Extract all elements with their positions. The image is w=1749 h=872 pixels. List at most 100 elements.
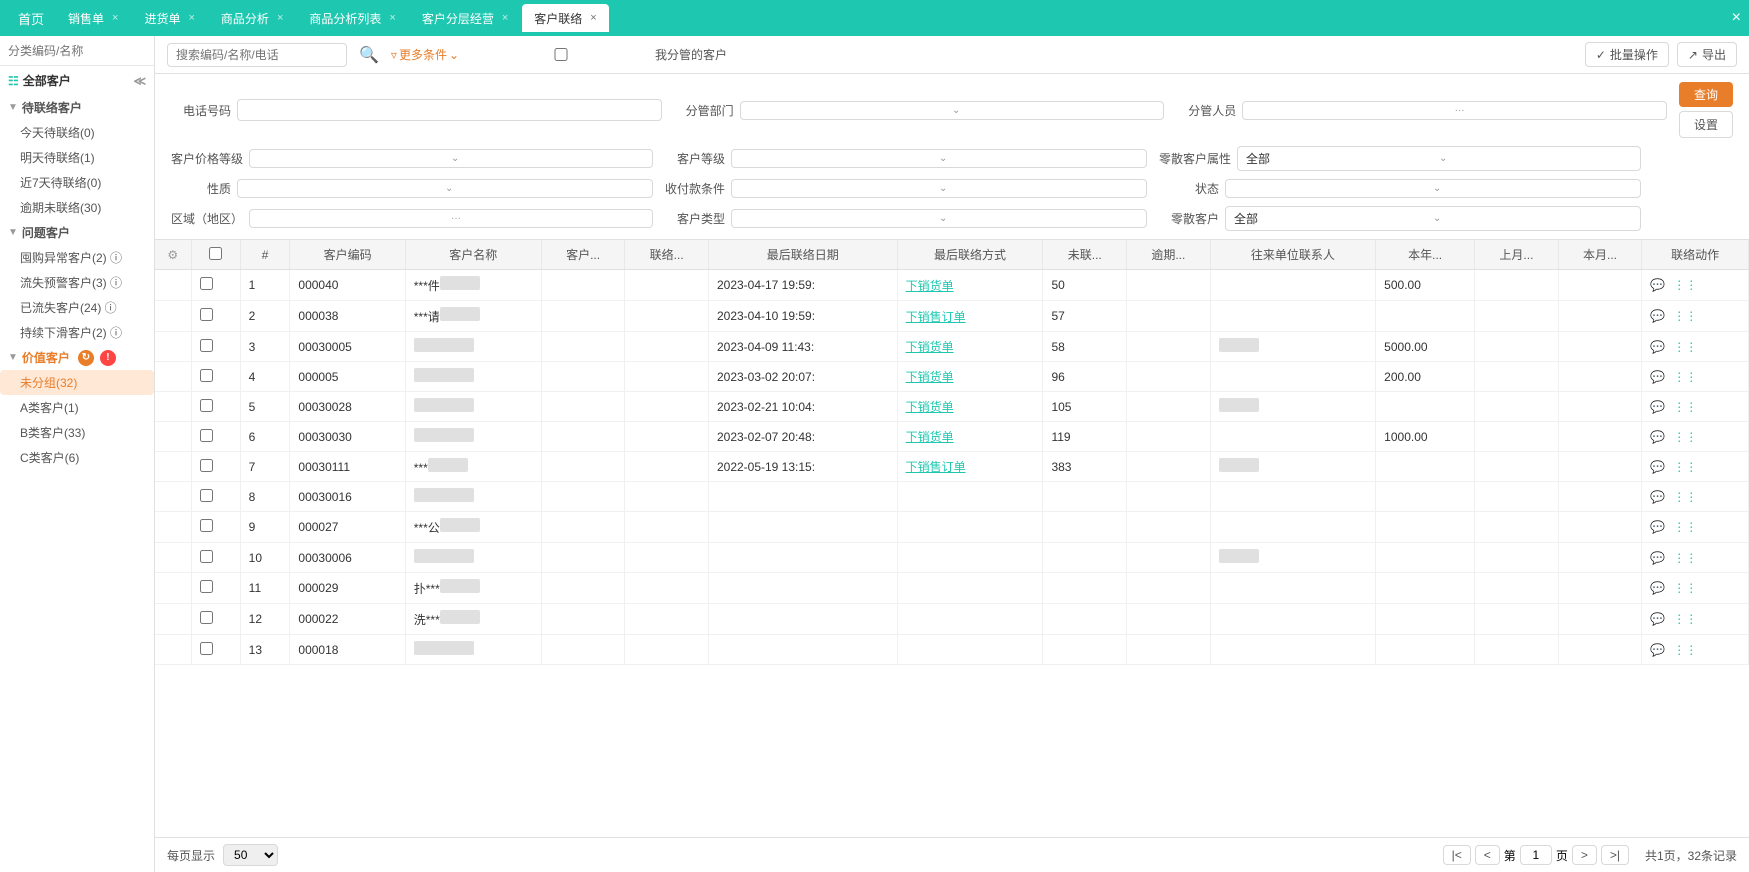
contact-icon[interactable]: 💬	[1650, 430, 1665, 444]
row-select-checkbox[interactable]	[200, 429, 213, 442]
sidebar-item-class-b[interactable]: B类客户(33)	[0, 420, 154, 445]
filter-region-select[interactable]: ···	[249, 209, 653, 228]
more-icon[interactable]: ⋮⋮	[1673, 278, 1697, 292]
sidebar-item-churn-warn[interactable]: 流失预警客户(3) ⓘ	[0, 270, 154, 295]
nav-tab-sales[interactable]: 销售单 ×	[56, 4, 130, 32]
col-checkbox[interactable]	[191, 240, 240, 270]
contact-icon[interactable]: 💬	[1650, 460, 1665, 474]
filter-person-select[interactable]: ···	[1242, 101, 1667, 120]
filter-nature-select[interactable]: ⌄	[237, 179, 653, 198]
more-icon[interactable]: ⋮⋮	[1673, 340, 1697, 354]
close-icon[interactable]: ×	[502, 12, 508, 24]
contact-icon[interactable]: 💬	[1650, 612, 1665, 626]
more-icon[interactable]: ⋮⋮	[1673, 612, 1697, 626]
close-icon[interactable]: ×	[389, 12, 395, 24]
filter-price-level-select[interactable]: ⌄	[249, 149, 653, 168]
nav-tab-product-analysis[interactable]: 商品分析 ×	[209, 4, 295, 32]
row-checkbox[interactable]	[191, 332, 240, 362]
row-last-way[interactable]: 下销售订单	[897, 452, 1043, 482]
row-checkbox[interactable]	[191, 270, 240, 301]
filter-dept-select[interactable]: ⌄	[740, 101, 1165, 120]
top-nav-close-icon[interactable]: ×	[1732, 9, 1741, 27]
nav-tab-customer-tier[interactable]: 客户分层经营 ×	[410, 4, 520, 32]
row-checkbox[interactable]	[191, 635, 240, 665]
row-select-checkbox[interactable]	[200, 519, 213, 532]
sidebar-item-ungrouped[interactable]: 未分组(32)	[0, 370, 154, 395]
row-select-checkbox[interactable]	[200, 339, 213, 352]
sidebar-group-pending[interactable]: ▼ 待联络客户	[0, 95, 154, 120]
more-icon[interactable]: ⋮⋮	[1673, 400, 1697, 414]
row-select-checkbox[interactable]	[200, 308, 213, 321]
filter-status-select[interactable]: ⌄	[1225, 179, 1641, 198]
row-checkbox[interactable]	[191, 422, 240, 452]
contact-icon[interactable]: 💬	[1650, 643, 1665, 657]
contact-icon[interactable]: 💬	[1650, 520, 1665, 534]
sidebar-item-overdue-pending[interactable]: 逾期未联络(30)	[0, 195, 154, 220]
row-last-way[interactable]: 下销货单	[897, 332, 1043, 362]
contact-icon[interactable]: 💬	[1650, 551, 1665, 565]
filter-customer-level-select[interactable]: ⌄	[731, 149, 1147, 168]
filter-customer-type-select[interactable]: ⌄	[731, 209, 1147, 228]
row-last-way[interactable]: 下销货单	[897, 392, 1043, 422]
search-button[interactable]: 🔍	[359, 45, 379, 65]
export-button[interactable]: ↗ 导出	[1677, 42, 1737, 67]
row-checkbox[interactable]	[191, 301, 240, 332]
my-customers-check[interactable]	[471, 48, 651, 61]
contact-icon[interactable]: 💬	[1650, 309, 1665, 323]
filter-scatter-attr-select[interactable]: 全部 ⌄	[1237, 146, 1641, 171]
more-icon[interactable]: ⋮⋮	[1673, 643, 1697, 657]
more-icon[interactable]: ⋮⋮	[1673, 551, 1697, 565]
prev-page-btn[interactable]: <	[1475, 845, 1500, 865]
filter-phone-input[interactable]	[237, 99, 662, 121]
query-button[interactable]: 查询	[1679, 82, 1733, 107]
row-select-checkbox[interactable]	[200, 369, 213, 382]
more-icon[interactable]: ⋮⋮	[1673, 430, 1697, 444]
search-input[interactable]	[167, 43, 347, 67]
contact-icon[interactable]: 💬	[1650, 581, 1665, 595]
nav-home[interactable]: 首页	[8, 9, 54, 28]
row-select-checkbox[interactable]	[200, 489, 213, 502]
close-icon[interactable]: ×	[188, 12, 194, 24]
more-icon[interactable]: ⋮⋮	[1673, 520, 1697, 534]
reset-button[interactable]: 设置	[1679, 111, 1733, 138]
select-all-checkbox[interactable]	[209, 247, 222, 260]
more-conditions-btn[interactable]: ▿ 更多条件 ⌄	[391, 46, 459, 63]
row-select-checkbox[interactable]	[200, 580, 213, 593]
row-select-checkbox[interactable]	[200, 399, 213, 412]
row-select-checkbox[interactable]	[200, 459, 213, 472]
sidebar-item-churned[interactable]: 已流失客户(24) ⓘ	[0, 295, 154, 320]
my-customers-checkbox[interactable]: 我分管的客户	[471, 46, 727, 63]
next-page-btn[interactable]: >	[1572, 845, 1597, 865]
row-checkbox[interactable]	[191, 392, 240, 422]
sidebar-search-bar[interactable]: 🔍	[0, 36, 154, 66]
more-icon[interactable]: ⋮⋮	[1673, 460, 1697, 474]
row-last-way[interactable]: 下销货单	[897, 270, 1043, 301]
sidebar-item-class-c[interactable]: C类客户(6)	[0, 445, 154, 470]
more-icon[interactable]: ⋮⋮	[1673, 309, 1697, 323]
contact-icon[interactable]: 💬	[1650, 370, 1665, 384]
sidebar-item-today-pending[interactable]: 今天待联络(0)	[0, 120, 154, 145]
row-checkbox[interactable]	[191, 543, 240, 573]
sidebar-group-value[interactable]: ▼ 价值客户 ↻ !	[0, 345, 154, 370]
all-customers-header[interactable]: ☷ 全部客户 ≪	[0, 66, 154, 95]
sidebar-group-problem[interactable]: ▼ 问题客户	[0, 220, 154, 245]
sidebar-item-declining[interactable]: 持续下滑客户(2) ⓘ	[0, 320, 154, 345]
row-checkbox[interactable]	[191, 604, 240, 635]
col-gear[interactable]: ⚙	[155, 240, 191, 270]
nav-tab-purchase[interactable]: 进货单 ×	[132, 4, 206, 32]
nav-tab-customer-contact[interactable]: 客户联络 ×	[522, 4, 608, 32]
sidebar-item-class-a[interactable]: A类客户(1)	[0, 395, 154, 420]
category-search-input[interactable]	[8, 44, 155, 58]
contact-icon[interactable]: 💬	[1650, 400, 1665, 414]
close-icon[interactable]: ×	[277, 12, 283, 24]
filter-scatter-select[interactable]: 全部 ⌄	[1225, 206, 1641, 231]
row-select-checkbox[interactable]	[200, 550, 213, 563]
contact-icon[interactable]: 💬	[1650, 490, 1665, 504]
row-checkbox[interactable]	[191, 362, 240, 392]
row-checkbox[interactable]	[191, 452, 240, 482]
nav-tab-product-list[interactable]: 商品分析列表 ×	[297, 4, 407, 32]
row-last-way[interactable]: 下销货单	[897, 362, 1043, 392]
last-page-btn[interactable]: >|	[1601, 845, 1629, 865]
first-page-btn[interactable]: |<	[1443, 845, 1471, 865]
per-page-select[interactable]: 50 100 200	[223, 844, 278, 866]
